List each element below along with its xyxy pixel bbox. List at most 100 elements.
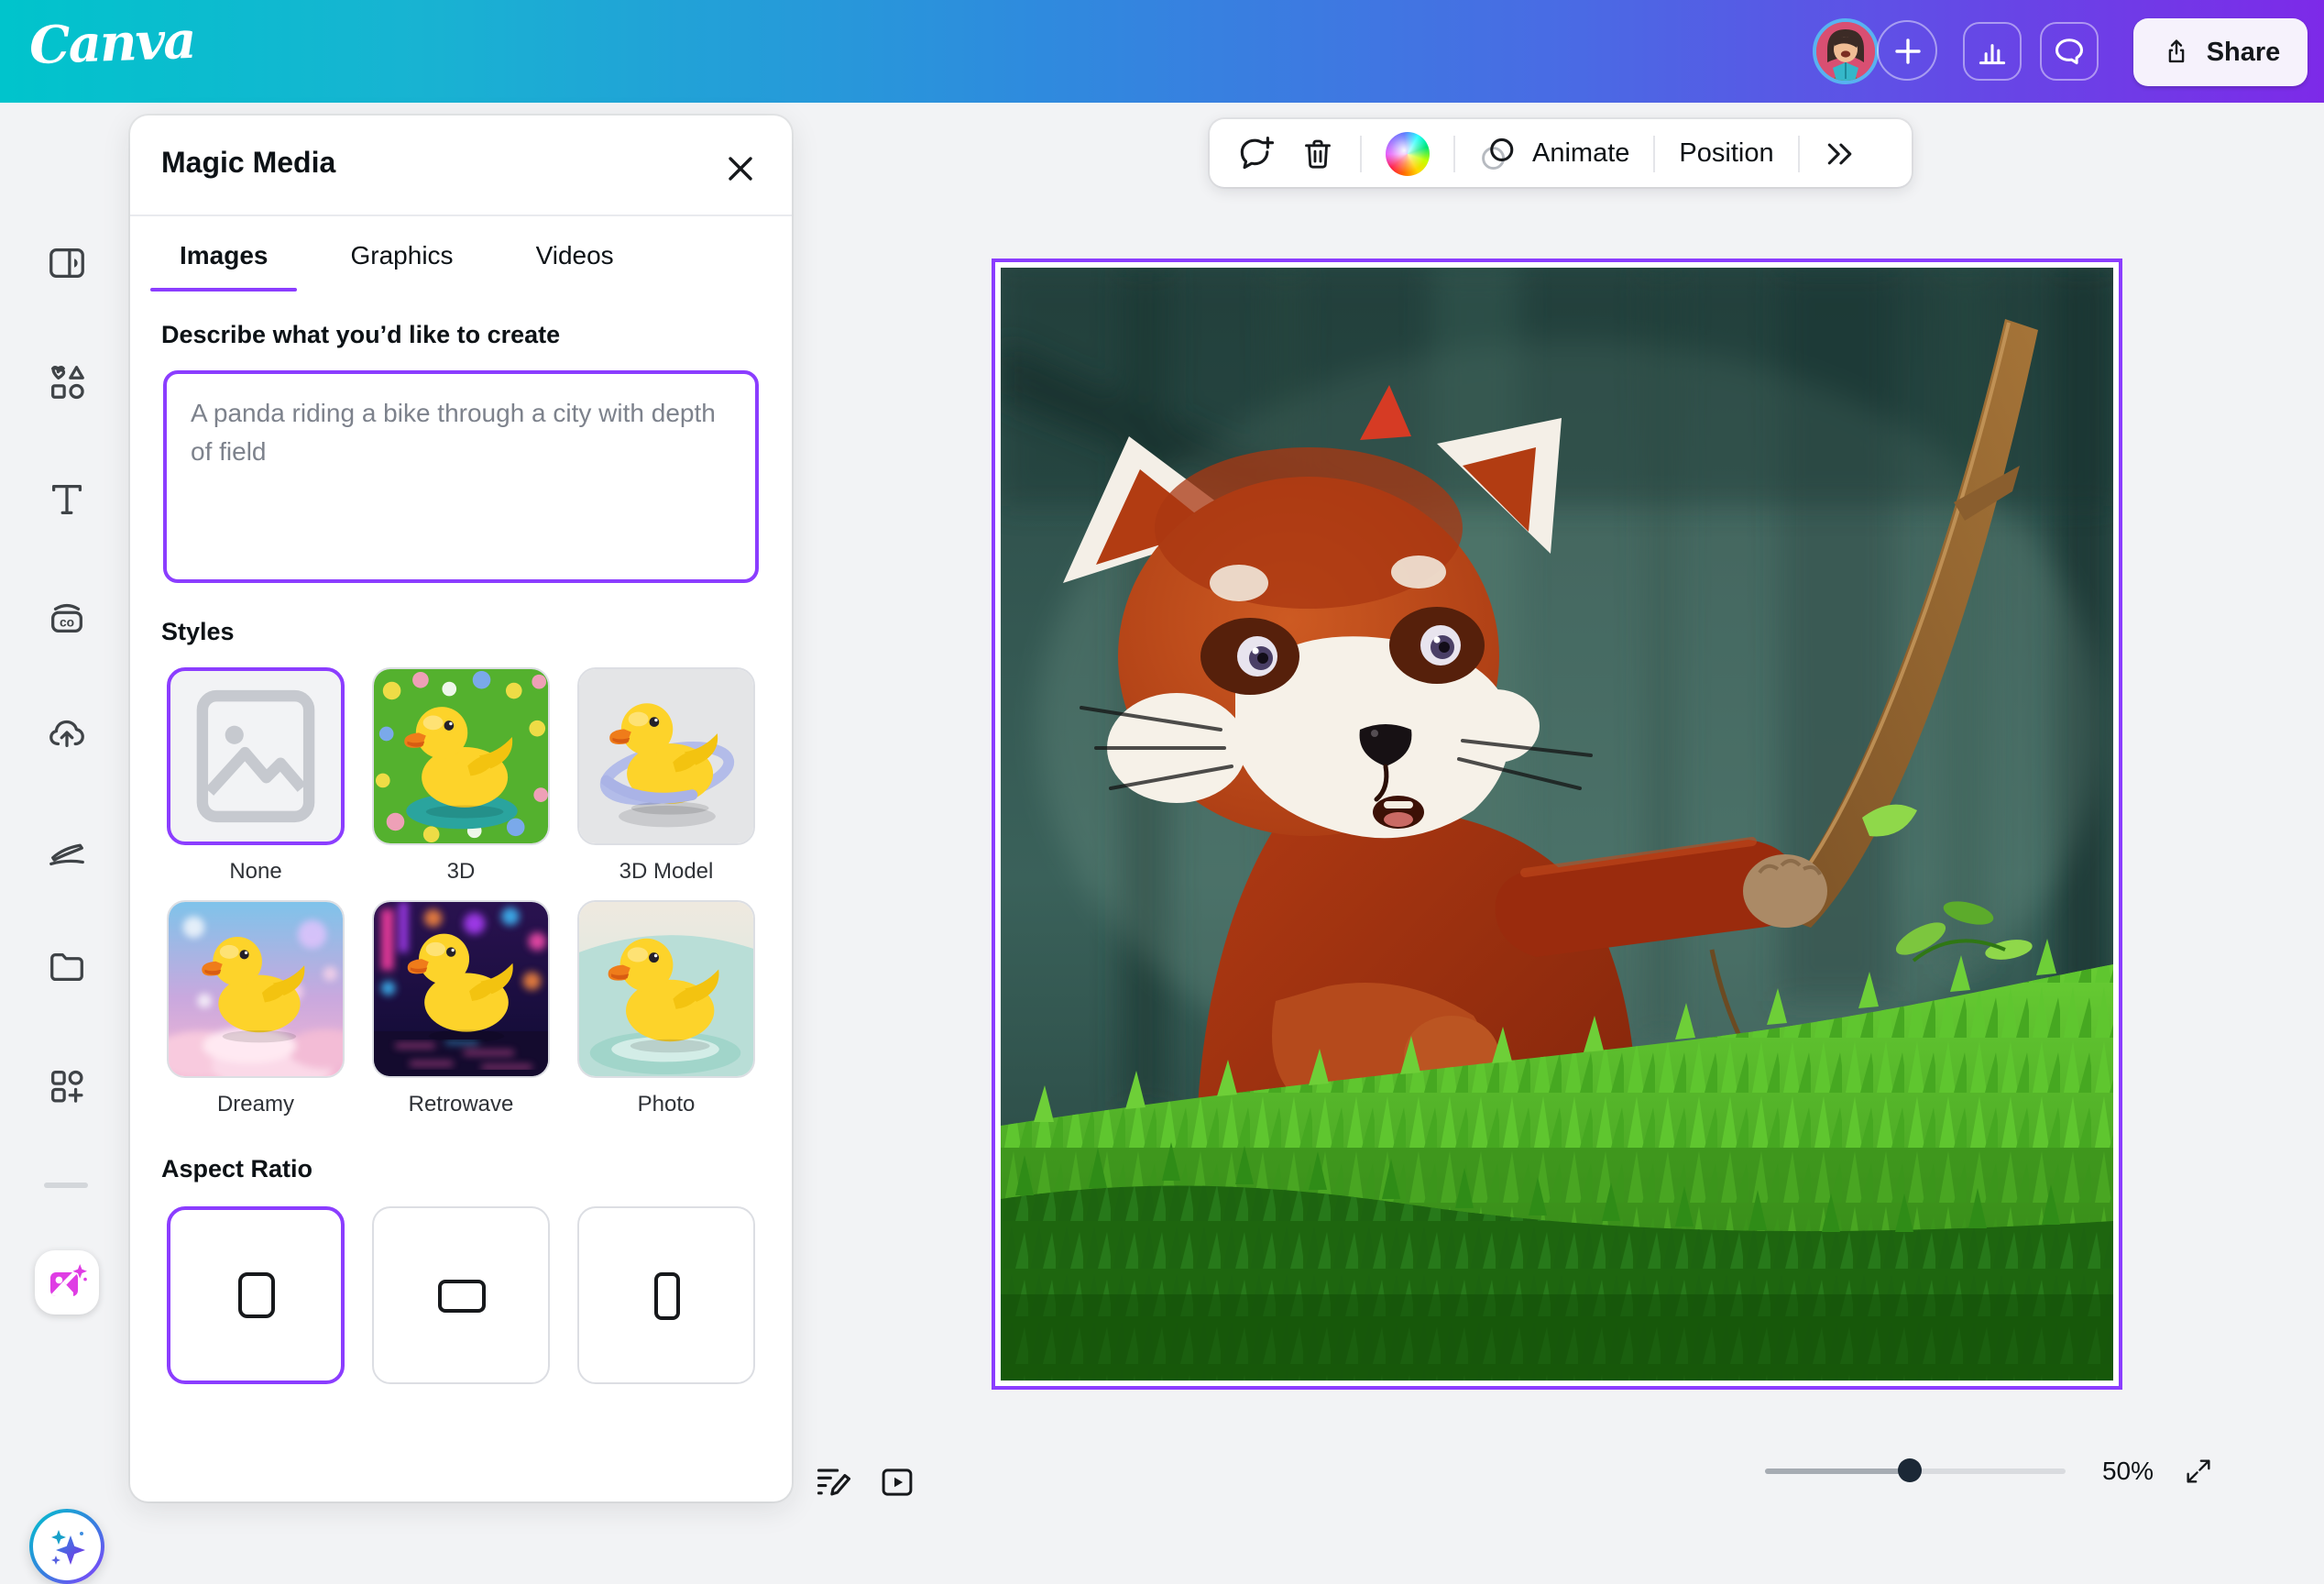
styles-row-1: None [167, 667, 792, 884]
style-option-3d[interactable]: 3D [372, 667, 550, 884]
style-thumb-retrowave [372, 900, 550, 1078]
fullscreen-button[interactable] [2179, 1452, 2216, 1489]
status-bar-left [814, 1461, 916, 1502]
style-option-none[interactable]: None [167, 667, 345, 884]
tab-images[interactable]: Images [150, 216, 298, 292]
share-button[interactable]: Share [2133, 18, 2308, 86]
sidebar-item-uploads[interactable] [44, 710, 88, 754]
sidebar-item-text[interactable] [44, 477, 88, 521]
aspect-option-landscape[interactable] [372, 1206, 550, 1384]
sidebar-item-brand[interactable]: co [44, 594, 88, 638]
apps-icon [45, 1064, 87, 1106]
sidebar-item-design[interactable] [44, 240, 88, 284]
describe-label: Describe what you’d like to create [161, 321, 761, 348]
avatar-image [1816, 22, 1875, 81]
svg-text:co: co [59, 614, 73, 628]
chat-bubble-icon [2053, 35, 2086, 68]
portrait-ratio-icon [653, 1271, 679, 1319]
insights-button[interactable] [1963, 22, 2022, 81]
avatar[interactable] [1813, 18, 1879, 84]
panel-title: Magic Media [161, 148, 335, 182]
image-placeholder-icon [170, 671, 341, 842]
folder-icon [45, 945, 87, 987]
style-option-retrowave[interactable]: Retrowave [372, 900, 550, 1116]
animate-icon [1479, 133, 1519, 173]
canva-logo[interactable]: Canva [28, 10, 196, 76]
sidebar-divider [44, 1182, 88, 1188]
upload-icon [2161, 37, 2192, 68]
media-type-tabs: Images Graphics Videos [130, 216, 792, 292]
brand-icon: co [45, 595, 87, 637]
design-icon [45, 241, 87, 283]
bar-chart-icon [1976, 35, 2009, 68]
notes-icon[interactable] [814, 1461, 854, 1502]
landscape-ratio-icon [437, 1279, 485, 1312]
close-icon [726, 154, 755, 183]
fullscreen-icon [2182, 1455, 2213, 1486]
zoom-level[interactable]: 50% [2091, 1456, 2165, 1485]
aspect-option-square[interactable] [167, 1206, 345, 1384]
context-toolbar: Animate Position [1210, 119, 1912, 187]
canva-editor: Canva [0, 0, 2324, 1518]
toolbar-divider [1798, 135, 1800, 171]
animate-label: Animate [1532, 138, 1629, 168]
ai-assistant-button[interactable] [29, 1509, 104, 1584]
style-label: 3D Model [577, 858, 755, 884]
style-option-photo[interactable]: Photo [577, 900, 755, 1116]
elements-icon [45, 360, 87, 402]
sidebar: co [0, 103, 130, 1518]
style-thumb-none [167, 667, 345, 845]
style-label: None [167, 858, 345, 884]
zoom-slider-knob[interactable] [1897, 1458, 1921, 1482]
canvas-selection-frame[interactable] [992, 258, 2122, 1390]
canvas-image[interactable] [1001, 268, 2113, 1380]
zoom-slider[interactable] [1765, 1468, 2066, 1473]
present-icon[interactable] [878, 1462, 916, 1501]
tab-graphics[interactable]: Graphics [322, 216, 483, 292]
sidebar-item-projects[interactable] [44, 944, 88, 988]
zoom-slider-fill [1765, 1468, 1909, 1473]
style-thumb-3d-model [577, 667, 755, 845]
prompt-input[interactable] [163, 370, 759, 583]
top-bar: Canva [0, 0, 2324, 103]
animate-button[interactable]: Animate [1479, 133, 1629, 173]
toolbar-divider [1453, 135, 1455, 171]
style-option-dreamy[interactable]: Dreamy [167, 900, 345, 1116]
cloud-upload-icon [45, 710, 87, 753]
styles-label: Styles [161, 618, 761, 645]
style-label: Photo [577, 1091, 755, 1116]
delete-icon[interactable] [1299, 135, 1336, 171]
text-icon [45, 478, 87, 520]
plus-icon [1891, 34, 1924, 67]
panel-header: Magic Media [130, 116, 792, 214]
ai-sparkle-icon [43, 1523, 91, 1570]
comment-add-icon[interactable] [1235, 133, 1276, 173]
aspect-option-portrait[interactable] [577, 1206, 755, 1384]
sidebar-item-apps[interactable] [44, 1063, 88, 1107]
magic-media-app-icon [45, 1260, 89, 1304]
toolbar-divider [1653, 135, 1655, 171]
tab-videos[interactable]: Videos [507, 216, 643, 292]
close-panel-button[interactable] [718, 147, 762, 191]
position-button[interactable]: Position [1679, 138, 1773, 168]
sidebar-item-elements[interactable] [44, 359, 88, 403]
style-label: 3D [372, 858, 550, 884]
style-thumb-dreamy [167, 900, 345, 1078]
styles-row-2: Dreamy [167, 900, 792, 1116]
aspect-ratio-options [167, 1206, 792, 1384]
sidebar-item-magic-media[interactable] [35, 1250, 99, 1314]
add-member-button[interactable] [1877, 20, 1937, 81]
share-label: Share [2207, 38, 2281, 67]
style-option-3d-model[interactable]: 3D Model [577, 667, 755, 884]
style-label: Retrowave [372, 1091, 550, 1116]
color-wheel[interactable] [1386, 131, 1430, 175]
style-label: Dreamy [167, 1091, 345, 1116]
comments-button[interactable] [2040, 22, 2099, 81]
style-thumb-3d [372, 667, 550, 845]
square-ratio-icon [237, 1272, 274, 1318]
status-bar-right: 50% [1765, 1452, 2216, 1489]
sidebar-item-draw[interactable] [44, 829, 88, 873]
aspect-ratio-label: Aspect Ratio [161, 1155, 761, 1182]
more-chevrons-icon[interactable] [1824, 137, 1857, 170]
toolbar-divider [1360, 135, 1362, 171]
